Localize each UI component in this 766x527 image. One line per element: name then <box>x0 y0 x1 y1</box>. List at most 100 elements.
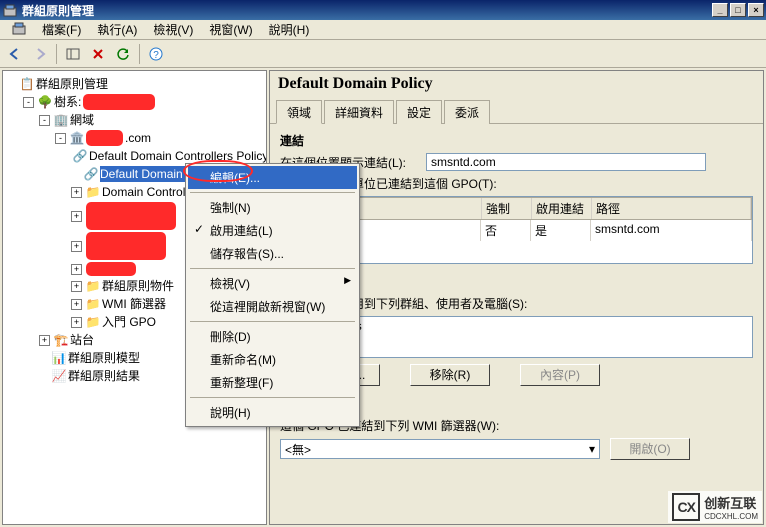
menu-separator <box>190 268 355 269</box>
expand-icon[interactable]: + <box>71 211 82 222</box>
sites-icon: 🏗️ <box>54 333 68 347</box>
maximize-button[interactable]: □ <box>730 3 746 17</box>
tree-sites-label: 站台 <box>70 332 94 348</box>
folder-icon: 📁 <box>86 315 100 329</box>
tree-starter-label: 入門 GPO <box>102 314 156 330</box>
tree-gpo-objects-label: 群組原則物件 <box>102 278 174 294</box>
title-bar: 群組原則管理 _ □ × <box>0 0 766 20</box>
expand-icon[interactable]: + <box>71 241 82 252</box>
tree-wmi-label: WMI 篩選器 <box>102 296 166 312</box>
ctx-save-report[interactable]: 儲存報告(S)... <box>188 242 357 265</box>
forward-button[interactable] <box>29 43 51 65</box>
folder-icon: 📁 <box>86 279 100 293</box>
redaction <box>86 232 166 260</box>
links-heading: 連結 <box>280 132 753 149</box>
expand-icon[interactable]: + <box>71 187 82 198</box>
show-tree-button[interactable] <box>62 43 84 65</box>
cell-enforced: 否 <box>481 220 531 241</box>
help-toolbar-button[interactable]: ? <box>145 43 167 65</box>
collapse-icon[interactable]: - <box>55 133 66 144</box>
results-icon: 📈 <box>52 369 66 383</box>
logo-sub: CDCXHL.COM <box>704 512 758 521</box>
gpo-link-icon: 🔗 <box>84 167 98 181</box>
menu-help[interactable]: 說明(H) <box>261 19 318 40</box>
ctx-enforce[interactable]: 強制(N) <box>188 196 357 219</box>
close-button[interactable]: × <box>748 3 764 17</box>
tree-root[interactable]: 📋 群組原則管理 <box>5 75 264 93</box>
back-button[interactable] <box>4 43 26 65</box>
tree-forest-prefix: 樹系: <box>54 94 81 110</box>
folder-icon: 📁 <box>86 297 100 311</box>
collapse-icon[interactable]: - <box>39 115 50 126</box>
tab-details[interactable]: 詳細資料 <box>324 100 394 124</box>
menu-separator <box>190 397 355 398</box>
watermark-logo: CX 创新互联 CDCXHL.COM <box>668 491 762 523</box>
ctx-link-enabled[interactable]: 啟用連結(L) <box>188 219 357 242</box>
expand-icon[interactable]: + <box>71 264 82 275</box>
tree-ddcp-label: Default Domain Controllers Policy <box>89 148 267 164</box>
menu-separator <box>190 321 355 322</box>
delete-toolbar-button[interactable] <box>87 43 109 65</box>
ctx-help[interactable]: 說明(H) <box>188 401 357 424</box>
cell-link-enabled: 是 <box>531 220 591 241</box>
tree-domains[interactable]: - 🏢 網域 <box>37 111 264 129</box>
expand-icon[interactable]: + <box>71 317 82 328</box>
details-title: Default Domain Policy <box>270 71 763 97</box>
ctx-view[interactable]: 檢視(V) <box>188 272 357 295</box>
expand-icon[interactable]: + <box>71 299 82 310</box>
remove-button[interactable]: 移除(R) <box>410 364 490 386</box>
tree-domains-label: 網域 <box>70 112 94 128</box>
domain-icon: 🏛️ <box>70 131 84 145</box>
toolbar: ? <box>0 40 766 68</box>
location-combo[interactable]: smsntd.com <box>426 153 706 171</box>
ou-icon: 📁 <box>86 185 100 199</box>
redaction: ████.com <box>83 94 155 110</box>
forest-icon: 🌳 <box>38 95 52 109</box>
svg-text:?: ? <box>153 50 159 61</box>
tree-forest[interactable]: - 🌳 樹系: ████.com <box>21 93 264 111</box>
tab-settings[interactable]: 設定 <box>396 100 442 124</box>
expand-icon[interactable]: + <box>39 335 50 346</box>
tab-delegation[interactable]: 委派 <box>444 100 490 124</box>
tree-results-label: 群組原則結果 <box>68 368 140 384</box>
expand-icon[interactable]: + <box>71 281 82 292</box>
ctx-refresh[interactable]: 重新整理(F) <box>188 371 357 394</box>
cell-path: smsntd.com <box>591 220 752 241</box>
menu-view[interactable]: 檢視(V) <box>145 19 201 40</box>
tree-domain[interactable]: - 🏛️ ██.com <box>53 129 264 147</box>
main-area: 📋 群組原則管理 - 🌳 樹系: ████.com <box>0 68 766 527</box>
wmi-combo[interactable]: <無> ▾ <box>280 439 600 459</box>
col-path[interactable]: 路徑 <box>592 198 751 219</box>
wmi-value: <無> <box>285 441 311 458</box>
tab-strip: 領域 詳細資料 設定 委派 <box>270 99 763 124</box>
gpm-icon: 📋 <box>20 77 34 91</box>
app-icon <box>2 2 18 18</box>
properties-button[interactable]: 內容(P) <box>520 364 600 386</box>
system-menu-icon[interactable] <box>4 19 34 40</box>
col-enforced[interactable]: 強制 <box>482 198 532 219</box>
window-title: 群組原則管理 <box>22 2 712 19</box>
domains-icon: 🏢 <box>54 113 68 127</box>
menu-window[interactable]: 視窗(W) <box>201 19 260 40</box>
logo-icon: CX <box>672 493 700 521</box>
tree-modeling-label: 群組原則模型 <box>68 350 140 366</box>
chevron-down-icon: ▾ <box>589 442 595 456</box>
collapse-icon[interactable]: - <box>23 97 34 108</box>
menu-action[interactable]: 執行(A) <box>89 19 145 40</box>
refresh-toolbar-button[interactable] <box>112 43 134 65</box>
ctx-new-window[interactable]: 從這裡開啟新視窗(W) <box>188 295 357 318</box>
gpo-link-icon: 🔗 <box>73 149 87 163</box>
minimize-button[interactable]: _ <box>712 3 728 17</box>
menu-file[interactable]: 檔案(F) <box>34 19 89 40</box>
ctx-edit[interactable]: 編輯(E)... <box>188 166 357 189</box>
menu-bar: 檔案(F) 執行(A) 檢視(V) 視窗(W) 說明(H) <box>0 20 766 40</box>
logo-text: 创新互联 <box>704 493 758 512</box>
ctx-rename[interactable]: 重新命名(M) <box>188 348 357 371</box>
tree-root-label: 群組原則管理 <box>36 76 108 92</box>
wmi-open-button[interactable]: 開啟(O) <box>610 438 690 460</box>
context-menu: 編輯(E)... 強制(N) 啟用連結(L) 儲存報告(S)... 檢視(V) … <box>185 163 360 427</box>
tab-scope[interactable]: 領域 <box>276 100 322 124</box>
ctx-delete[interactable]: 刪除(D) <box>188 325 357 348</box>
col-link-enabled[interactable]: 啟用連結 <box>532 198 592 219</box>
toolbar-separator <box>139 44 140 64</box>
